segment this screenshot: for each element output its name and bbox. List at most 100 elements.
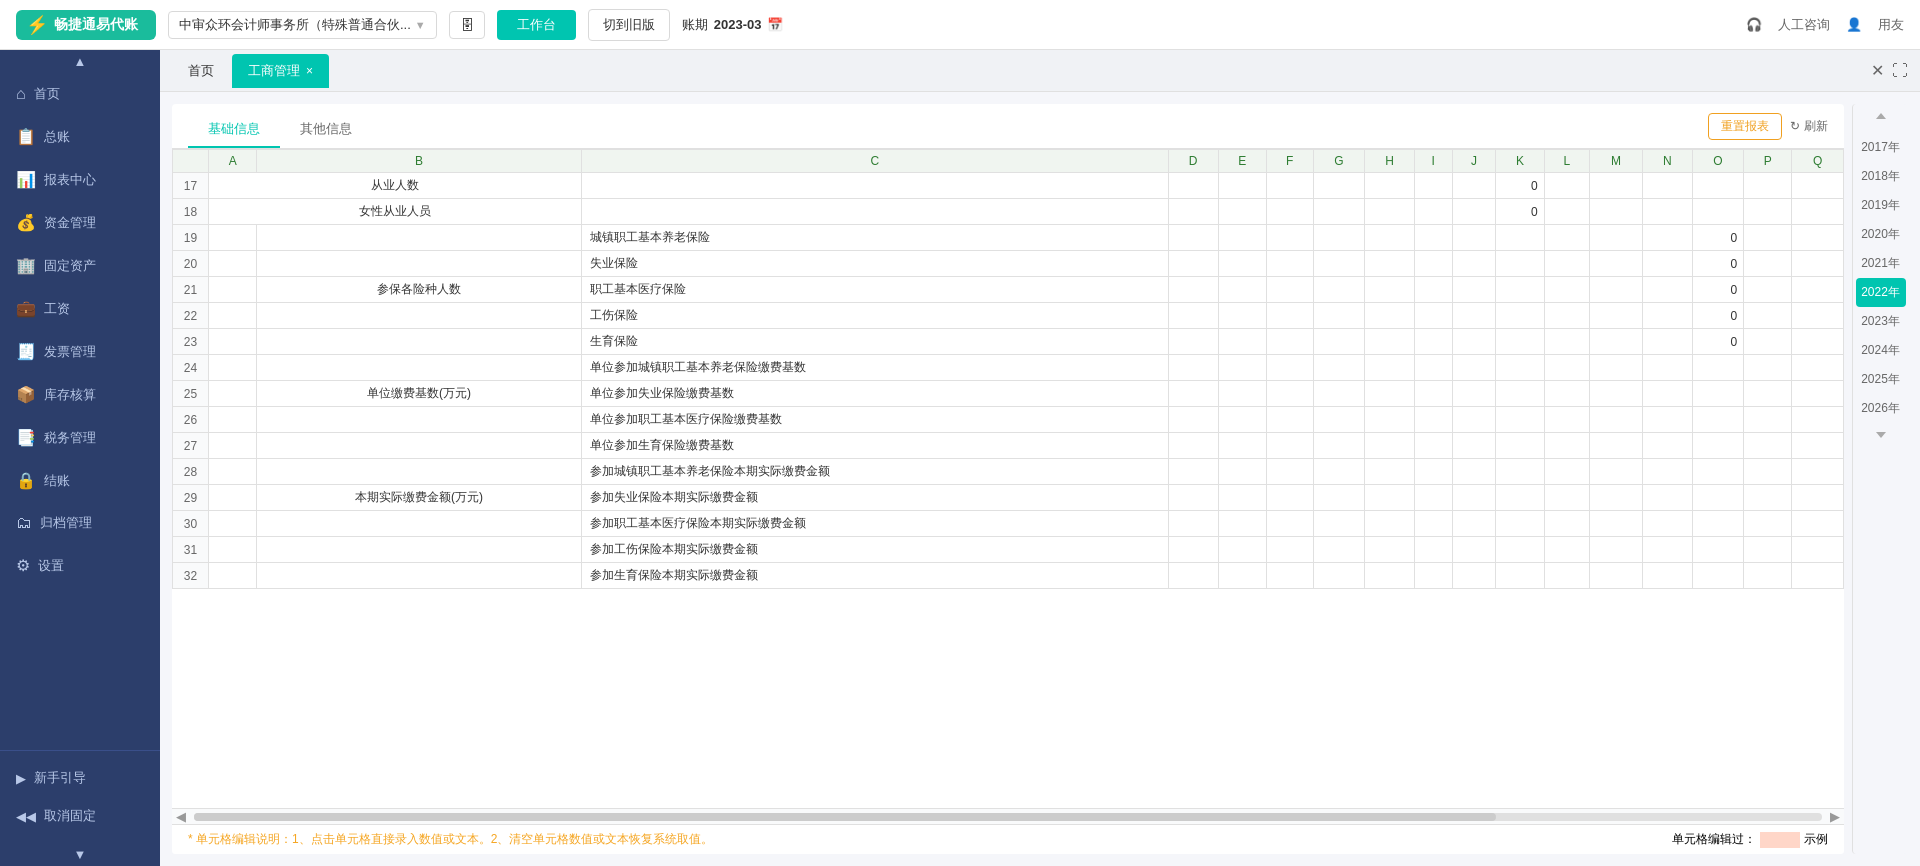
cell-21-k[interactable] [1496, 277, 1544, 303]
cell-19-k[interactable] [1496, 225, 1544, 251]
cell-19-o[interactable]: 0 [1692, 225, 1743, 251]
cell-28-l[interactable] [1544, 459, 1589, 485]
cell-26-p[interactable] [1744, 407, 1792, 433]
cell-31-q[interactable] [1792, 537, 1844, 563]
cell-27-i[interactable] [1414, 433, 1452, 459]
cell-20-c[interactable]: 失业保险 [581, 251, 1168, 277]
cell-28-d[interactable] [1168, 459, 1218, 485]
cell-18-l[interactable] [1544, 199, 1589, 225]
cell-23-c[interactable]: 生育保险 [581, 329, 1168, 355]
switch-version-button[interactable]: 切到旧版 [588, 9, 670, 41]
horizontal-scrollbar[interactable]: ◀ ▶ [172, 808, 1844, 824]
cell-25-d[interactable] [1168, 381, 1218, 407]
year-2021[interactable]: 2021年 [1856, 249, 1906, 278]
cell-20-m[interactable] [1589, 251, 1642, 277]
cell-30-p[interactable] [1744, 511, 1792, 537]
company-selector[interactable]: 中审众环会计师事务所（特殊普通合伙... ▼ [168, 11, 437, 39]
cell-28-j[interactable] [1452, 459, 1496, 485]
cell-30-k[interactable] [1496, 511, 1544, 537]
cell-25-o[interactable] [1692, 381, 1743, 407]
support-label[interactable]: 人工咨询 [1778, 16, 1830, 34]
cell-20-j[interactable] [1452, 251, 1496, 277]
cell-31-m[interactable] [1589, 537, 1642, 563]
cell-26-g[interactable] [1313, 407, 1364, 433]
archive-btn[interactable]: 🗄 [449, 11, 485, 39]
cell-24-q[interactable] [1792, 355, 1844, 381]
cell-23-g[interactable] [1313, 329, 1364, 355]
window-expand-button[interactable]: ⛶ [1892, 61, 1908, 80]
cell-18-d[interactable] [1168, 199, 1218, 225]
sidebar-scroll-up[interactable]: ▲ [0, 50, 160, 73]
cell-32-i[interactable] [1414, 563, 1452, 589]
cell-22-n[interactable] [1642, 303, 1692, 329]
cell-32-e[interactable] [1218, 563, 1266, 589]
cell-18-q[interactable] [1792, 199, 1844, 225]
cell-18-g[interactable] [1313, 199, 1364, 225]
cell-24-h[interactable] [1365, 355, 1415, 381]
cell-26-f[interactable] [1266, 407, 1313, 433]
cell-21-a[interactable] [209, 277, 257, 303]
cell-17-j[interactable] [1452, 173, 1496, 199]
cell-20-q[interactable] [1792, 251, 1844, 277]
cell-21-o[interactable]: 0 [1692, 277, 1743, 303]
cell-28-f[interactable] [1266, 459, 1313, 485]
cell-25-h[interactable] [1365, 381, 1415, 407]
cell-22-k[interactable] [1496, 303, 1544, 329]
cell-27-b[interactable] [257, 433, 581, 459]
cell-18-a[interactable]: 女性从业人员 [209, 199, 582, 225]
cell-32-f[interactable] [1266, 563, 1313, 589]
cell-21-n[interactable] [1642, 277, 1692, 303]
cell-31-f[interactable] [1266, 537, 1313, 563]
cell-19-n[interactable] [1642, 225, 1692, 251]
cell-23-q[interactable] [1792, 329, 1844, 355]
cell-21-d[interactable] [1168, 277, 1218, 303]
year-2023[interactable]: 2023年 [1856, 307, 1906, 336]
cell-27-h[interactable] [1365, 433, 1415, 459]
cell-30-n[interactable] [1642, 511, 1692, 537]
cell-27-e[interactable] [1218, 433, 1266, 459]
cell-31-l[interactable] [1544, 537, 1589, 563]
cell-22-g[interactable] [1313, 303, 1364, 329]
sidebar-item-report[interactable]: 📊 报表中心 [0, 158, 160, 201]
cell-31-a[interactable] [209, 537, 257, 563]
cell-24-o[interactable] [1692, 355, 1743, 381]
cell-30-f[interactable] [1266, 511, 1313, 537]
cell-29-p[interactable] [1744, 485, 1792, 511]
cell-29-n[interactable] [1642, 485, 1692, 511]
cell-25-c[interactable]: 单位参加失业保险缴费基数 [581, 381, 1168, 407]
cell-19-c[interactable]: 城镇职工基本养老保险 [581, 225, 1168, 251]
cell-21-p[interactable] [1744, 277, 1792, 303]
cell-23-f[interactable] [1266, 329, 1313, 355]
cell-22-d[interactable] [1168, 303, 1218, 329]
sidebar-item-closing[interactable]: 🔒 结账 [0, 459, 160, 502]
cell-18-n[interactable] [1642, 199, 1692, 225]
cell-23-o[interactable]: 0 [1692, 329, 1743, 355]
year-2020[interactable]: 2020年 [1856, 220, 1906, 249]
cell-23-b[interactable] [257, 329, 581, 355]
cell-27-q[interactable] [1792, 433, 1844, 459]
cell-22-j[interactable] [1452, 303, 1496, 329]
cell-29-a[interactable] [209, 485, 257, 511]
cell-23-k[interactable] [1496, 329, 1544, 355]
cell-29-k[interactable] [1496, 485, 1544, 511]
cell-28-m[interactable] [1589, 459, 1642, 485]
cell-23-j[interactable] [1452, 329, 1496, 355]
cell-32-p[interactable] [1744, 563, 1792, 589]
cell-19-b[interactable] [257, 225, 581, 251]
cell-24-b[interactable] [257, 355, 581, 381]
cell-17-n[interactable] [1642, 173, 1692, 199]
cell-29-l[interactable] [1544, 485, 1589, 511]
cell-18-o[interactable] [1692, 199, 1743, 225]
cell-25-k[interactable] [1496, 381, 1544, 407]
cell-29-b[interactable]: 本期实际缴费金额(万元) [257, 485, 581, 511]
cell-20-e[interactable] [1218, 251, 1266, 277]
cell-32-o[interactable] [1692, 563, 1743, 589]
scroll-left-arrow[interactable]: ◀ [172, 809, 190, 824]
cell-19-l[interactable] [1544, 225, 1589, 251]
cell-24-p[interactable] [1744, 355, 1792, 381]
cell-24-g[interactable] [1313, 355, 1364, 381]
cell-21-m[interactable] [1589, 277, 1642, 303]
cell-21-h[interactable] [1365, 277, 1415, 303]
cell-31-c[interactable]: 参加工伤保险本期实际缴费金额 [581, 537, 1168, 563]
cell-28-c[interactable]: 参加城镇职工基本养老保险本期实际缴费金额 [581, 459, 1168, 485]
